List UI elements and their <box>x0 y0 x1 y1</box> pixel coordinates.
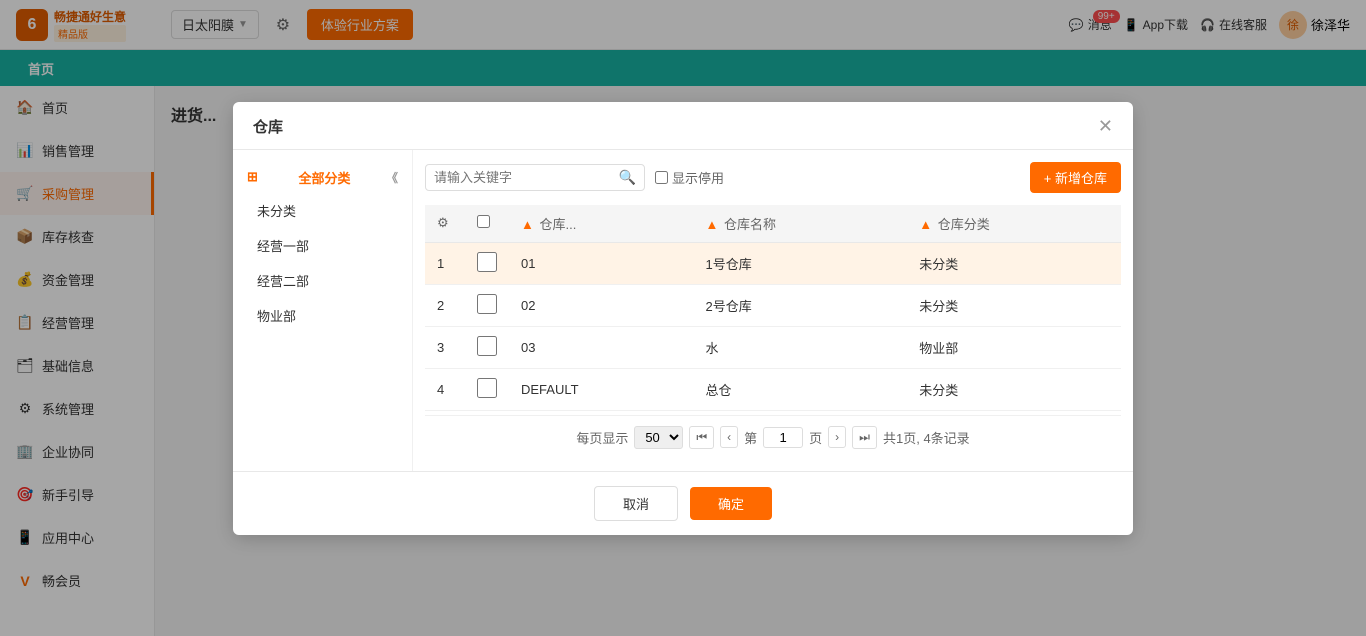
confirm-button[interactable]: 确定 <box>690 487 772 520</box>
row-code-1: 01 <box>509 242 693 284</box>
row-code-4: DEFAULT <box>509 368 693 410</box>
row-checkbox-4[interactable] <box>477 378 497 398</box>
row-category-1: 未分类 <box>907 242 1121 284</box>
all-category-item[interactable]: ⊞ 全部分类 《 <box>233 162 412 193</box>
row-gear-4: 4 <box>425 368 465 410</box>
table-row[interactable]: 2 02 2号仓库 未分类 <box>425 284 1121 326</box>
row-name-1: 1号仓库 <box>693 242 907 284</box>
row-category-4: 未分类 <box>907 368 1121 410</box>
sort-name-icon: ▲ <box>705 217 718 232</box>
search-input[interactable] <box>434 170 619 185</box>
warehouse-table-wrap: ⚙ ▲ 仓库... ▲ 仓库名称 <box>425 205 1121 411</box>
select-all-checkbox[interactable] <box>477 215 490 228</box>
modal-body: ⊞ 全部分类 《 未分类 经营一部 经营二部 物业部 🔍 <box>233 150 1133 471</box>
sort-up-icon: ▲ <box>521 217 534 232</box>
first-page-button[interactable]: ⏮ <box>689 426 714 449</box>
th-checkbox <box>465 205 509 243</box>
page-label-suffix: 页 <box>809 428 822 447</box>
row-checkbox-3[interactable] <box>477 336 497 356</box>
content-panel: 🔍 显示停用 + 新增仓库 ⚙ <box>413 150 1133 471</box>
modal-close-button[interactable]: ✕ <box>1098 116 1113 137</box>
row-name-3: 水 <box>693 326 907 368</box>
page-number-input[interactable]: 1 <box>763 427 803 448</box>
modal-header: 仓库 ✕ <box>233 102 1133 150</box>
th-name: ▲ 仓库名称 <box>693 205 907 243</box>
total-info: 共1页, 4条记录 <box>883 428 970 447</box>
last-page-button[interactable]: ⏭ <box>852 426 877 449</box>
row-category-3: 物业部 <box>907 326 1121 368</box>
prev-page-button[interactable]: ‹ <box>720 426 738 448</box>
row-code-3: 03 <box>509 326 693 368</box>
grid-icon: ⊞ <box>247 169 258 185</box>
modal-title: 仓库 <box>253 116 283 137</box>
category-panel: ⊞ 全部分类 《 未分类 经营一部 经营二部 物业部 <box>233 150 413 471</box>
pagination: 每页显示 50 ⏮ ‹ 第 1 页 › ⏭ 共1页, 4条记录 <box>425 415 1121 459</box>
per-page-select[interactable]: 50 <box>634 426 683 449</box>
warehouse-modal: 仓库 ✕ ⊞ 全部分类 《 未分类 经营一部 经营二部 物业部 <box>233 102 1133 535</box>
row-gear-2: 2 <box>425 284 465 326</box>
row-gear-3: 3 <box>425 326 465 368</box>
page-label-prefix: 第 <box>744 428 757 447</box>
category-operations1[interactable]: 经营一部 <box>233 228 412 263</box>
sort-cat-icon: ▲ <box>919 217 932 232</box>
category-operations2[interactable]: 经营二部 <box>233 263 412 298</box>
search-box: 🔍 <box>425 164 645 191</box>
toolbar: 🔍 显示停用 + 新增仓库 <box>425 162 1121 193</box>
show-disabled-toggle[interactable]: 显示停用 <box>655 168 724 187</box>
collapse-button[interactable]: 《 <box>386 169 398 186</box>
table-row[interactable]: 3 03 水 物业部 <box>425 326 1121 368</box>
table-row[interactable]: 1 01 1号仓库 未分类 <box>425 242 1121 284</box>
row-checkbox-2[interactable] <box>477 294 497 314</box>
th-gear: ⚙ <box>425 205 465 243</box>
cancel-button[interactable]: 取消 <box>594 486 678 521</box>
row-name-2: 2号仓库 <box>693 284 907 326</box>
warehouse-table: ⚙ ▲ 仓库... ▲ 仓库名称 <box>425 205 1121 411</box>
th-category: ▲ 仓库分类 <box>907 205 1121 243</box>
show-disabled-checkbox[interactable] <box>655 171 668 184</box>
add-warehouse-button[interactable]: + 新增仓库 <box>1030 162 1121 193</box>
row-category-2: 未分类 <box>907 284 1121 326</box>
table-row[interactable]: 4 DEFAULT 总仓 未分类 <box>425 368 1121 410</box>
row-checkbox-1[interactable] <box>477 252 497 272</box>
category-unclassified[interactable]: 未分类 <box>233 193 412 228</box>
row-gear-1: 1 <box>425 242 465 284</box>
next-page-button[interactable]: › <box>828 426 846 448</box>
settings-col-icon: ⚙ <box>437 215 449 230</box>
row-code-2: 02 <box>509 284 693 326</box>
modal-overlay[interactable]: 仓库 ✕ ⊞ 全部分类 《 未分类 经营一部 经营二部 物业部 <box>0 0 1366 636</box>
modal-footer: 取消 确定 <box>233 471 1133 535</box>
category-property[interactable]: 物业部 <box>233 298 412 333</box>
th-code: ▲ 仓库... <box>509 205 693 243</box>
search-icon: 🔍 <box>619 169 636 186</box>
row-name-4: 总仓 <box>693 368 907 410</box>
